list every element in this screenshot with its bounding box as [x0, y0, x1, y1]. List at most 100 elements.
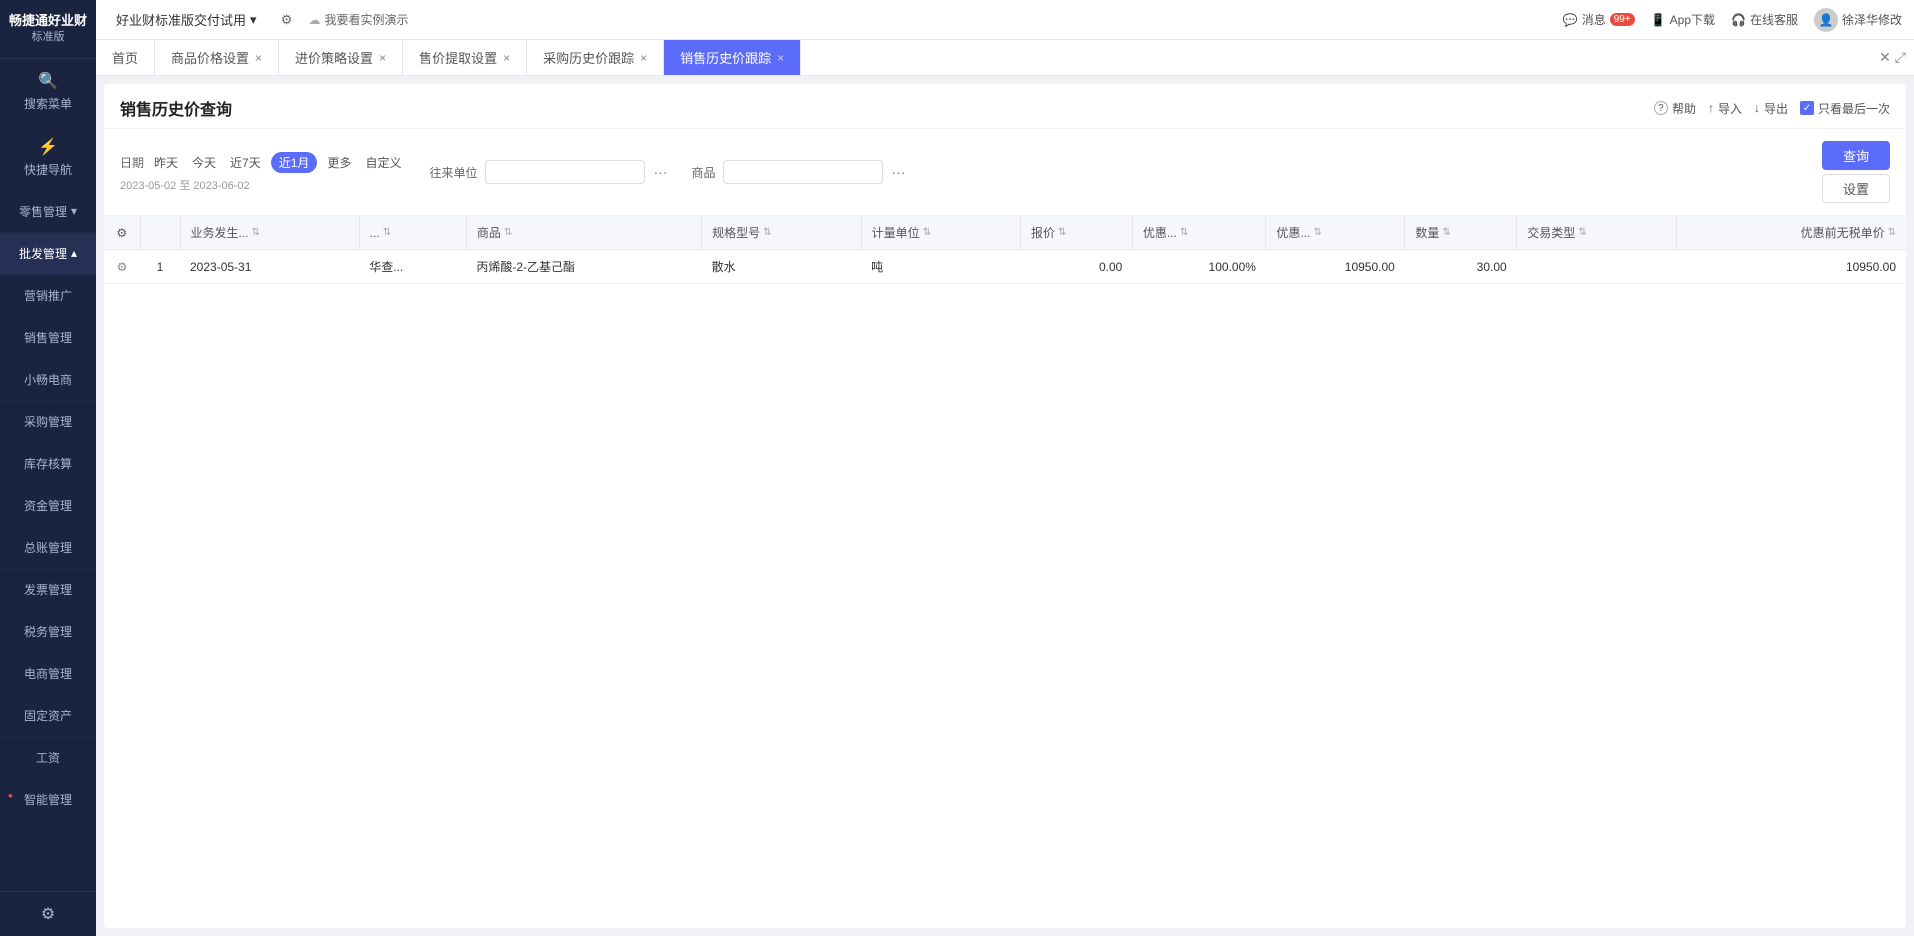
th-spec[interactable]: 规格型号 ⇅	[702, 216, 861, 250]
sidebar-item-marketing[interactable]: 营销推广	[0, 275, 96, 317]
th-discount2[interactable]: 优惠... ⇅	[1266, 216, 1405, 250]
close-icon[interactable]: ×	[503, 51, 510, 65]
sidebar-item-retail[interactable]: 零售管理 ▾	[0, 191, 96, 233]
th-trans-type-label: 交易类型	[1527, 224, 1575, 241]
from-unit-input[interactable]	[485, 160, 645, 184]
date-yesterday[interactable]: 昨天	[150, 152, 182, 173]
table-row: ⚙ 1 2023-05-31 华查... 丙烯酸-2-乙基己酯	[104, 250, 1906, 284]
th-product-label: 商品	[477, 224, 501, 241]
th-date[interactable]: 业务发生... ⇅	[180, 216, 359, 250]
from-unit-dots[interactable]: ···	[653, 164, 667, 180]
sidebar-item-tax[interactable]: 税务管理	[0, 611, 96, 653]
message-button[interactable]: 💬 消息 99+	[1563, 11, 1635, 28]
date-1month[interactable]: 近1月	[271, 152, 318, 173]
sidebar-item-search[interactable]: 🔍 搜索菜单	[0, 59, 96, 125]
module-name: 好业财标准版交付试用	[116, 10, 246, 29]
tab-purchase-history[interactable]: 采购历史价跟踪 ×	[527, 40, 664, 75]
close-icon[interactable]: ×	[640, 51, 647, 65]
headset-icon: 🎧	[1731, 13, 1746, 27]
th-price[interactable]: 报价 ⇅	[1020, 216, 1132, 250]
sidebar-item-assets[interactable]: 固定资产	[0, 695, 96, 737]
sidebar-item-finance[interactable]: 资金管理	[0, 485, 96, 527]
avatar: 👤	[1814, 8, 1838, 32]
settings-button[interactable]: 设置	[1822, 174, 1890, 203]
module-selector[interactable]: 好业财标准版交付试用 ▾	[108, 6, 265, 33]
top-header: 好业财标准版交付试用 ▾ ⚙ ☁ 我要看实例演示 💬 消息 99+ 📱 App下…	[96, 0, 1914, 40]
from-unit-label: 往来单位	[429, 164, 477, 181]
help-button[interactable]: ? 帮助	[1654, 100, 1696, 117]
sort-icon: ⇅	[1058, 227, 1066, 238]
sidebar-item-label: 总账管理	[24, 539, 72, 556]
import-button[interactable]: ↑ 导入	[1708, 100, 1742, 117]
sidebar-item-ecommerce[interactable]: 电商管理	[0, 653, 96, 695]
th-discount2-label: 优惠...	[1276, 224, 1310, 241]
date-label: 日期	[120, 154, 144, 171]
sidebar-item-settings[interactable]: ⚙	[0, 891, 96, 936]
th-price-label: 报价	[1031, 224, 1055, 241]
tab-sale-extract[interactable]: 售价提取设置 ×	[403, 40, 527, 75]
td-discount2: 10950.00	[1266, 250, 1405, 284]
search-icon: 🔍	[38, 71, 58, 91]
td-price: 0.00	[1020, 250, 1132, 284]
date-today[interactable]: 今天	[188, 152, 220, 173]
tab-home[interactable]: 首页	[96, 40, 155, 75]
close-icon[interactable]: ×	[777, 51, 784, 65]
date-custom[interactable]: 自定义	[361, 152, 405, 173]
app-download-button[interactable]: 📱 App下载	[1651, 11, 1715, 28]
row-seq: 1	[157, 260, 164, 274]
sidebar-item-accounting[interactable]: 总账管理	[0, 527, 96, 569]
date-7days[interactable]: 近7天	[226, 152, 265, 173]
maximize-button[interactable]: ⤢	[1895, 49, 1906, 66]
close-icon[interactable]: ×	[379, 51, 386, 65]
sidebar-item-label: 库存核算	[24, 455, 72, 472]
tab-price-settings[interactable]: 商品价格设置 ×	[155, 40, 279, 75]
sidebar-item-inventory[interactable]: 库存核算	[0, 443, 96, 485]
date-more[interactable]: 更多	[323, 152, 355, 173]
sidebar-item-invoice[interactable]: 发票管理	[0, 569, 96, 611]
demo-button[interactable]: ☁ 我要看实例演示	[309, 11, 409, 28]
th-discount1[interactable]: 优惠... ⇅	[1132, 216, 1266, 250]
td-unit: 吨	[861, 250, 1020, 284]
filter-actions: 查询 设置	[1822, 141, 1890, 203]
sidebar-item-sales[interactable]: 销售管理	[0, 317, 96, 359]
th-pretax-price[interactable]: 优惠前无税单价 ⇅	[1676, 216, 1906, 250]
sidebar-item-salary[interactable]: 工资	[0, 737, 96, 779]
message-label: 消息	[1582, 11, 1606, 28]
sidebar-item-purchase[interactable]: 采购管理	[0, 401, 96, 443]
sidebar-item-ecommerce-small[interactable]: 小畅电商	[0, 359, 96, 401]
th-trans-type[interactable]: 交易类型 ⇅	[1517, 216, 1676, 250]
sidebar-item-label: 搜索菜单	[24, 95, 72, 112]
only-last-checkbox[interactable]: ✓ 只看最后一次	[1800, 100, 1890, 117]
sidebar-item-label: 小畅电商	[24, 371, 72, 388]
th-more[interactable]: ... ⇅	[359, 216, 466, 250]
th-spec-label: 规格型号	[712, 224, 760, 241]
table-area: ⚙ 业务发生... ⇅ ... ⇅	[104, 216, 1906, 928]
data-table: ⚙ 业务发生... ⇅ ... ⇅	[104, 216, 1906, 284]
module-settings-button[interactable]: ⚙	[273, 6, 301, 34]
th-seq	[140, 216, 180, 250]
query-button[interactable]: 查询	[1822, 141, 1890, 170]
row-discount2: 10950.00	[1345, 260, 1395, 274]
tab-sale-history[interactable]: 销售历史价跟踪 ×	[664, 40, 801, 75]
td-more: 华查...	[359, 250, 466, 284]
from-unit-filter: 往来单位 ···	[429, 160, 667, 184]
date-buttons: 日期 昨天 今天 近7天 近1月 更多 自定义	[120, 152, 405, 173]
tab-purchase-strategy[interactable]: 进价策略设置 ×	[279, 40, 403, 75]
sidebar-item-quicknav[interactable]: ⚡ 快捷导航	[0, 125, 96, 191]
online-service-button[interactable]: 🎧 在线客服	[1731, 11, 1798, 28]
product-input[interactable]	[723, 160, 883, 184]
user-info[interactable]: 👤 徐泽华修改	[1814, 8, 1902, 32]
product-label: 商品	[691, 164, 715, 181]
row-gear-icon[interactable]: ⚙	[117, 260, 128, 274]
close-panel-button[interactable]: ✕	[1879, 49, 1891, 66]
sidebar-item-wholesale[interactable]: 批发管理 ▴	[0, 233, 96, 275]
export-button[interactable]: ↓ 导出	[1754, 100, 1788, 117]
th-quantity[interactable]: 数量 ⇅	[1405, 216, 1517, 250]
th-product[interactable]: 商品 ⇅	[466, 216, 701, 250]
close-icon[interactable]: ×	[255, 51, 262, 65]
th-unit[interactable]: 计量单位 ⇅	[861, 216, 1020, 250]
sidebar-item-smart[interactable]: ● 智能管理	[0, 779, 96, 821]
th-gear[interactable]: ⚙	[104, 216, 140, 250]
product-dots[interactable]: ···	[891, 164, 905, 180]
top-header-right: 💬 消息 99+ 📱 App下载 🎧 在线客服 👤 徐泽华修改	[1563, 8, 1902, 32]
